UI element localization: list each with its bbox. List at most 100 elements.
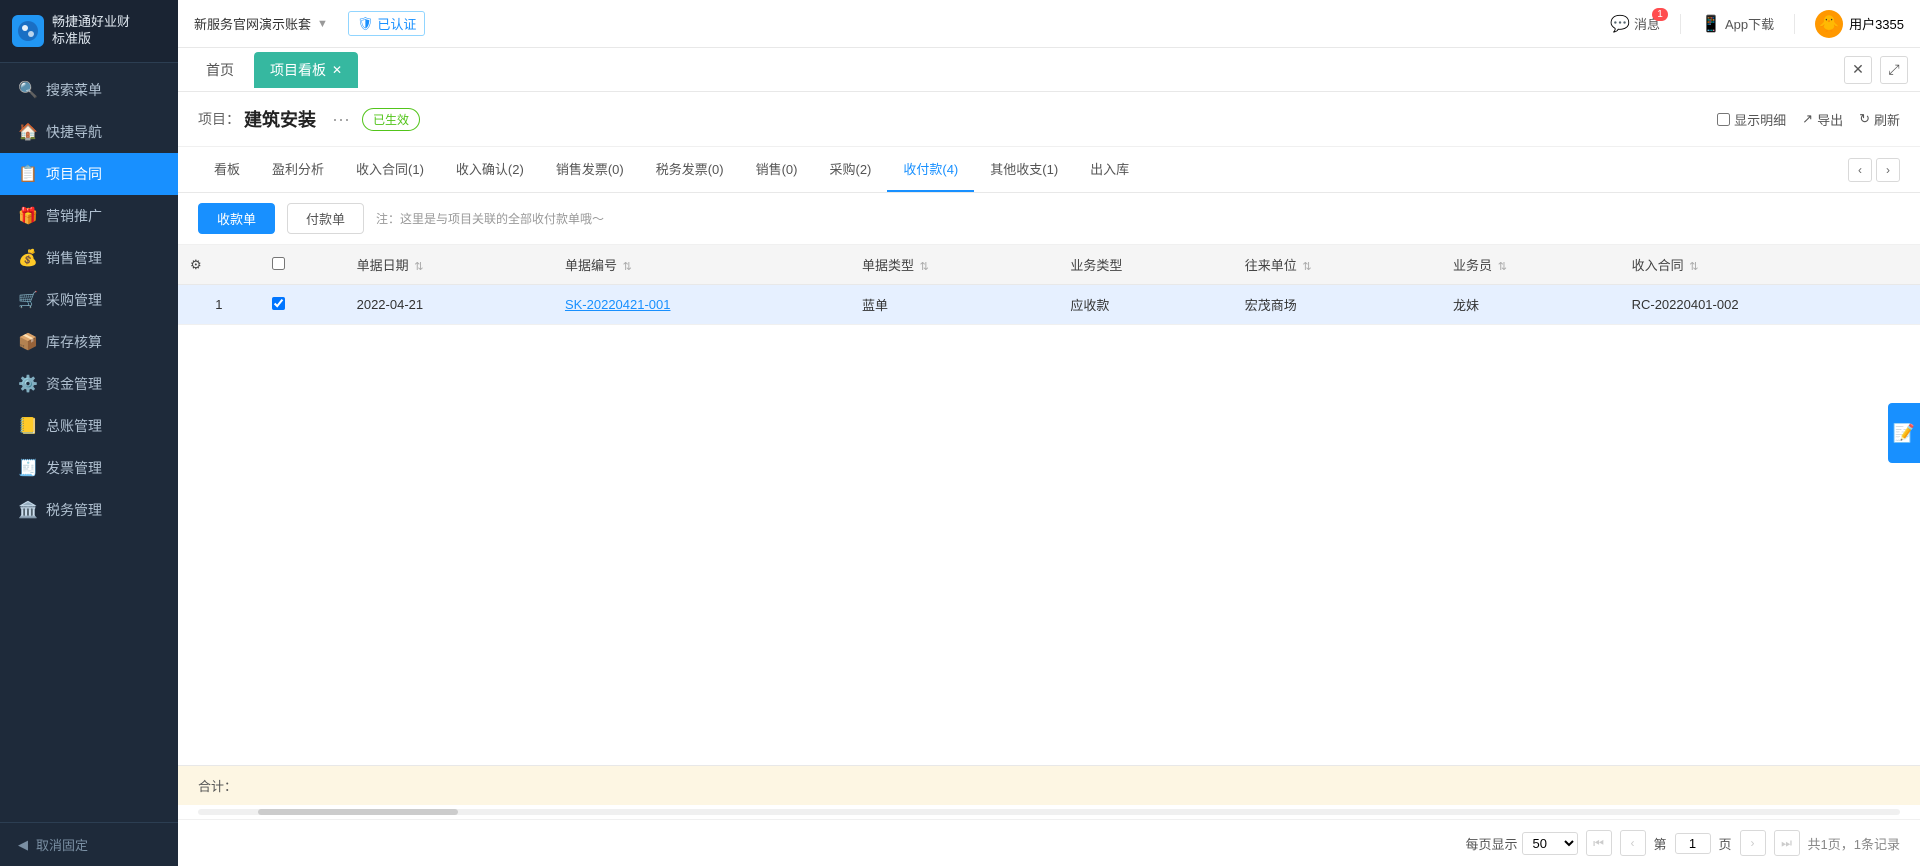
messages-button[interactable]: 💬 消息 1 <box>1610 14 1660 34</box>
expand-window-button[interactable]: ⤢ <box>1880 56 1908 84</box>
subnav-income-confirm[interactable]: 收入确认(2) <box>440 147 540 192</box>
subnav-collection[interactable]: 收付款(4) <box>887 147 974 192</box>
doctype-column-header[interactable]: 单据类型 ⇅ <box>850 245 1058 285</box>
tab-project-label: 项目看板 <box>270 60 326 80</box>
detail-checkbox-input[interactable] <box>1717 113 1730 126</box>
sales-icon: 💰 <box>18 248 36 268</box>
date-cell: 2022-04-21 <box>345 285 553 325</box>
sidebar-item-purchase[interactable]: 🛒 采购管理 <box>0 279 178 321</box>
more-options-icon[interactable]: ··· <box>332 109 350 130</box>
main-area: 新服务官网演示账套 ▼ 🛡 已认证 💬 消息 1 📱 App下载 🐥 用 <box>178 0 1920 866</box>
home-icon: 🏠 <box>18 122 36 142</box>
divider <box>1794 14 1795 34</box>
page-number-input[interactable] <box>1675 833 1711 854</box>
refresh-icon: ↻ <box>1859 111 1870 127</box>
income-contract-column-header[interactable]: 收入合同 ⇅ <box>1620 245 1920 285</box>
tab-home[interactable]: 首页 <box>190 52 250 88</box>
doc-number-link[interactable]: SK-20220421-001 <box>565 297 671 312</box>
payment-filter-btn[interactable]: 付款单 <box>287 203 364 234</box>
subnav-prev-arrow[interactable]: ‹ <box>1848 158 1872 182</box>
sidebar: 畅捷通好业财 标准版 🔍 搜索菜单 🏠 快捷导航 📋 项目合同 🎁 营销推广 💰… <box>0 0 178 866</box>
page-suffix: 页 <box>1719 834 1732 853</box>
sort-icon: ⇅ <box>920 261 929 273</box>
collection-filter-btn[interactable]: 收款单 <box>198 203 275 234</box>
sidebar-item-marketing[interactable]: 🎁 营销推广 <box>0 195 178 237</box>
sidebar-item-inventory[interactable]: 📦 库存核算 <box>0 321 178 363</box>
topbar: 新服务官网演示账套 ▼ 🛡 已认证 💬 消息 1 📱 App下载 🐥 用 <box>178 0 1920 48</box>
sidebar-item-tax[interactable]: 🏛️ 税务管理 <box>0 489 178 531</box>
sort-icon: ⇅ <box>623 261 632 273</box>
subnav-inout[interactable]: 出入库 <box>1074 147 1145 192</box>
tab-home-label: 首页 <box>206 60 234 80</box>
subnav-tax-invoice[interactable]: 税务发票(0) <box>640 147 740 192</box>
last-page-button[interactable]: ⏭ <box>1774 830 1800 856</box>
sidebar-item-label: 资金管理 <box>46 374 102 394</box>
close-window-button[interactable]: ✕ <box>1844 56 1872 84</box>
date-column-header[interactable]: 单据日期 ⇅ <box>345 245 553 285</box>
subnav-next-arrow[interactable]: › <box>1876 158 1900 182</box>
account-selector[interactable]: 新服务官网演示账套 ▼ <box>194 14 328 33</box>
subnav-income-contract[interactable]: 收入合同(1) <box>340 147 440 192</box>
subnav-sales-invoice[interactable]: 销售发票(0) <box>540 147 640 192</box>
number-column-header[interactable]: 单据编号 ⇅ <box>553 245 850 285</box>
tab-close-icon[interactable]: ✕ <box>332 63 342 77</box>
sidebar-item-project[interactable]: 📋 项目合同 <box>0 153 178 195</box>
gear-column-header[interactable]: ⚙ <box>178 245 260 285</box>
page-size-dropdown[interactable]: 50 100 200 <box>1522 832 1578 855</box>
export-button[interactable]: ↗ 导出 <box>1802 110 1843 129</box>
table-footer: 合计： <box>178 765 1920 805</box>
prev-page-button[interactable]: ‹ <box>1620 830 1646 856</box>
sidebar-item-search[interactable]: 🔍 搜索菜单 <box>0 69 178 111</box>
show-detail-checkbox[interactable]: 显示明细 <box>1717 110 1786 129</box>
topbar-left: 新服务官网演示账套 ▼ 🛡 已认证 <box>194 11 1610 36</box>
search-icon: 🔍 <box>18 80 36 100</box>
sidebar-unpin[interactable]: ◀ 取消固定 <box>0 822 178 866</box>
sort-icon: ⇅ <box>1302 261 1311 273</box>
sidebar-item-funds[interactable]: ⚙️ 资金管理 <box>0 363 178 405</box>
tab-project-board[interactable]: 项目看板 ✕ <box>254 52 358 88</box>
next-page-button[interactable]: › <box>1740 830 1766 856</box>
sidebar-item-sales[interactable]: 💰 销售管理 <box>0 237 178 279</box>
avatar: 🐥 <box>1815 10 1843 38</box>
sidebar-item-ledger[interactable]: 📒 总账管理 <box>0 405 178 447</box>
filter-note: 注：这里是与项目关联的全部收付款单哦～ <box>376 210 604 227</box>
biztype-column-header: 业务类型 <box>1058 245 1232 285</box>
filter-bar: 收款单 付款单 注：这里是与项目关联的全部收付款单哦～ <box>178 193 1920 245</box>
page-size-select[interactable]: 每页显示 50 100 200 <box>1465 832 1577 855</box>
messages-badge: 1 <box>1652 8 1668 21</box>
show-detail-label: 显示明细 <box>1734 110 1786 129</box>
invoice-icon: 🧾 <box>18 458 36 478</box>
subnav-kanban[interactable]: 看板 <box>198 147 256 192</box>
scrollbar-track[interactable] <box>198 809 1900 815</box>
row-checkbox[interactable] <box>272 297 285 310</box>
subnav-other-expenses[interactable]: 其他收支(1) <box>974 147 1074 192</box>
table-row[interactable]: 1 2022-04-21 SK-20220421-001 蓝单 应收款 宏茂商场… <box>178 285 1920 325</box>
sidebar-item-label: 采购管理 <box>46 290 102 310</box>
scrollbar-thumb[interactable] <box>258 809 458 815</box>
salesman-column-header[interactable]: 业务员 ⇅ <box>1441 245 1620 285</box>
income-contract-cell: RC-20220401-002 <box>1620 285 1920 325</box>
horizontal-scrollbar[interactable] <box>178 805 1920 819</box>
refresh-button[interactable]: ↻ 刷新 <box>1859 110 1900 129</box>
data-table: ⚙ 单据日期 ⇅ 单据编号 ⇅ 单据类型 ⇅ <box>178 245 1920 325</box>
subnav-profit[interactable]: 盈利分析 <box>256 147 340 192</box>
first-page-button[interactable]: ⏮ <box>1586 830 1612 856</box>
user-area[interactable]: 🐥 用户3355 <box>1815 10 1904 38</box>
app-download-button[interactable]: 📱 App下载 <box>1701 14 1774 34</box>
checkbox-column-header[interactable] <box>260 245 345 285</box>
export-icon: ↗ <box>1802 111 1813 127</box>
unpin-icon: ◀ <box>18 837 28 853</box>
row-checkbox-cell[interactable] <box>260 285 345 325</box>
sort-icon: ⇅ <box>1498 261 1507 273</box>
partner-column-header[interactable]: 往来单位 ⇅ <box>1233 245 1441 285</box>
subnav-sales[interactable]: 销售(0) <box>740 147 814 192</box>
export-label: 导出 <box>1817 110 1843 129</box>
feedback-fab[interactable]: 📝 <box>1888 403 1920 463</box>
total-info: 共1页，1条记录 <box>1808 834 1900 853</box>
subnav-purchase[interactable]: 采购(2) <box>813 147 887 192</box>
select-all-checkbox[interactable] <box>272 257 285 270</box>
table-wrap: ⚙ 单据日期 ⇅ 单据编号 ⇅ 单据类型 ⇅ <box>178 245 1920 765</box>
number-cell[interactable]: SK-20220421-001 <box>553 285 850 325</box>
sidebar-item-quicknav[interactable]: 🏠 快捷导航 <box>0 111 178 153</box>
sidebar-item-invoice[interactable]: 🧾 发票管理 <box>0 447 178 489</box>
